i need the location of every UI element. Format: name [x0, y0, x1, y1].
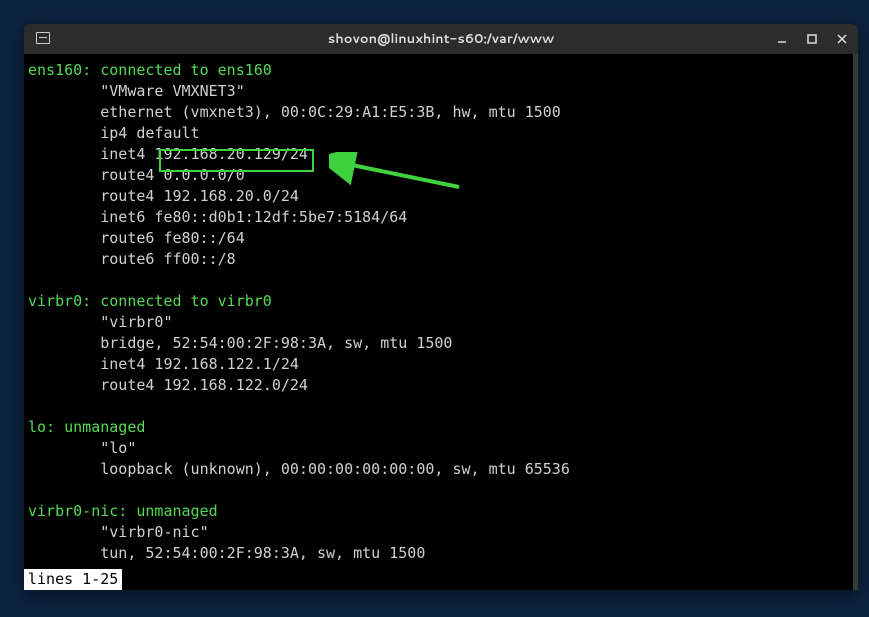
terminal-line: route6 ff00::/8	[28, 249, 854, 270]
terminal-line	[28, 564, 854, 585]
interface-header: lo: unmanaged	[28, 418, 145, 436]
terminal-text: route4 0.0.0.0/0	[28, 166, 245, 184]
terminal-line: loopback (unknown), 00:00:00:00:00:00, s…	[28, 459, 854, 480]
terminal-line: ethernet (vmxnet3), 00:0C:29:A1:E5:3B, h…	[28, 102, 854, 123]
terminal-text: "virbr0-nic"	[28, 523, 209, 541]
terminal-line	[28, 480, 854, 501]
terminal-text: route6 ff00::/8	[28, 250, 236, 268]
window-controls	[774, 31, 850, 47]
interface-header: virbr0: connected to virbr0	[28, 292, 272, 310]
terminal-line: route4 192.168.20.0/24	[28, 186, 854, 207]
terminal-text: route6 fe80::/64	[28, 229, 245, 247]
terminal-text: "lo"	[28, 439, 136, 457]
interface-header: virbr0-nic: unmanaged	[28, 502, 218, 520]
terminal-text: tun, 52:54:00:2F:98:3A, sw, mtu 1500	[28, 544, 425, 562]
terminal-text: inet6 fe80::d0b1:12df:5be7:5184/64	[28, 208, 407, 226]
terminal-line: route4 192.168.122.0/24	[28, 375, 854, 396]
terminal-line	[28, 270, 854, 291]
terminal-line: route6 fe80::/64	[28, 228, 854, 249]
terminal-line: ens160: connected to ens160	[28, 60, 854, 81]
terminal-line	[28, 396, 854, 417]
terminal-line: "virbr0"	[28, 312, 854, 333]
maximize-button[interactable]	[804, 31, 820, 47]
terminal-text: "virbr0"	[28, 313, 173, 331]
terminal-line: route4 0.0.0.0/0	[28, 165, 854, 186]
terminal-line: ip4 default	[28, 123, 854, 144]
terminal-text: "VMware VMXNET3"	[28, 82, 245, 100]
terminal-text: inet4 192.168.122.1/24	[28, 355, 299, 373]
terminal-line: "VMware VMXNET3"	[28, 81, 854, 102]
minimize-button[interactable]	[774, 31, 790, 47]
terminal-line: bridge, 52:54:00:2F:98:3A, sw, mtu 1500	[28, 333, 854, 354]
window-title: shovon@linuxhint-s60:/var/www	[24, 30, 858, 48]
scrollbar[interactable]	[853, 54, 858, 590]
terminal-line: "lo"	[28, 438, 854, 459]
terminal-line: virbr0: connected to virbr0	[28, 291, 854, 312]
terminal-line: inet6 fe80::d0b1:12df:5be7:5184/64	[28, 207, 854, 228]
terminal-text: route4 192.168.122.0/24	[28, 376, 308, 394]
terminal-text: bridge, 52:54:00:2F:98:3A, sw, mtu 1500	[28, 334, 452, 352]
terminal-line: virbr0-nic: unmanaged	[28, 501, 854, 522]
terminal-line: tun, 52:54:00:2F:98:3A, sw, mtu 1500	[28, 543, 854, 564]
pager-status: lines 1-25	[24, 569, 122, 590]
terminal-text: ip4 default	[28, 124, 200, 142]
terminal-text: loopback (unknown), 00:00:00:00:00:00, s…	[28, 460, 570, 478]
terminal-output[interactable]: ens160: connected to ens160 "VMware VMXN…	[24, 54, 858, 590]
terminal-text: ethernet (vmxnet3), 00:0C:29:A1:E5:3B, h…	[28, 103, 561, 121]
terminal-text: route4 192.168.20.0/24	[28, 187, 299, 205]
titlebar: shovon@linuxhint-s60:/var/www	[24, 24, 858, 54]
terminal-line: lo: unmanaged	[28, 417, 854, 438]
terminal-line: inet4 192.168.122.1/24	[28, 354, 854, 375]
interface-header: ens160: connected to ens160	[28, 61, 272, 79]
terminal-window: shovon@linuxhint-s60:/var/www ens160: co…	[24, 24, 858, 590]
terminal-line: "virbr0-nic"	[28, 522, 854, 543]
close-button[interactable]	[834, 31, 850, 47]
terminal-text: inet4 192.168.20.129/24	[28, 145, 308, 163]
terminal-line: inet4 192.168.20.129/24	[28, 144, 854, 165]
scrollbar-thumb[interactable]	[853, 54, 858, 590]
